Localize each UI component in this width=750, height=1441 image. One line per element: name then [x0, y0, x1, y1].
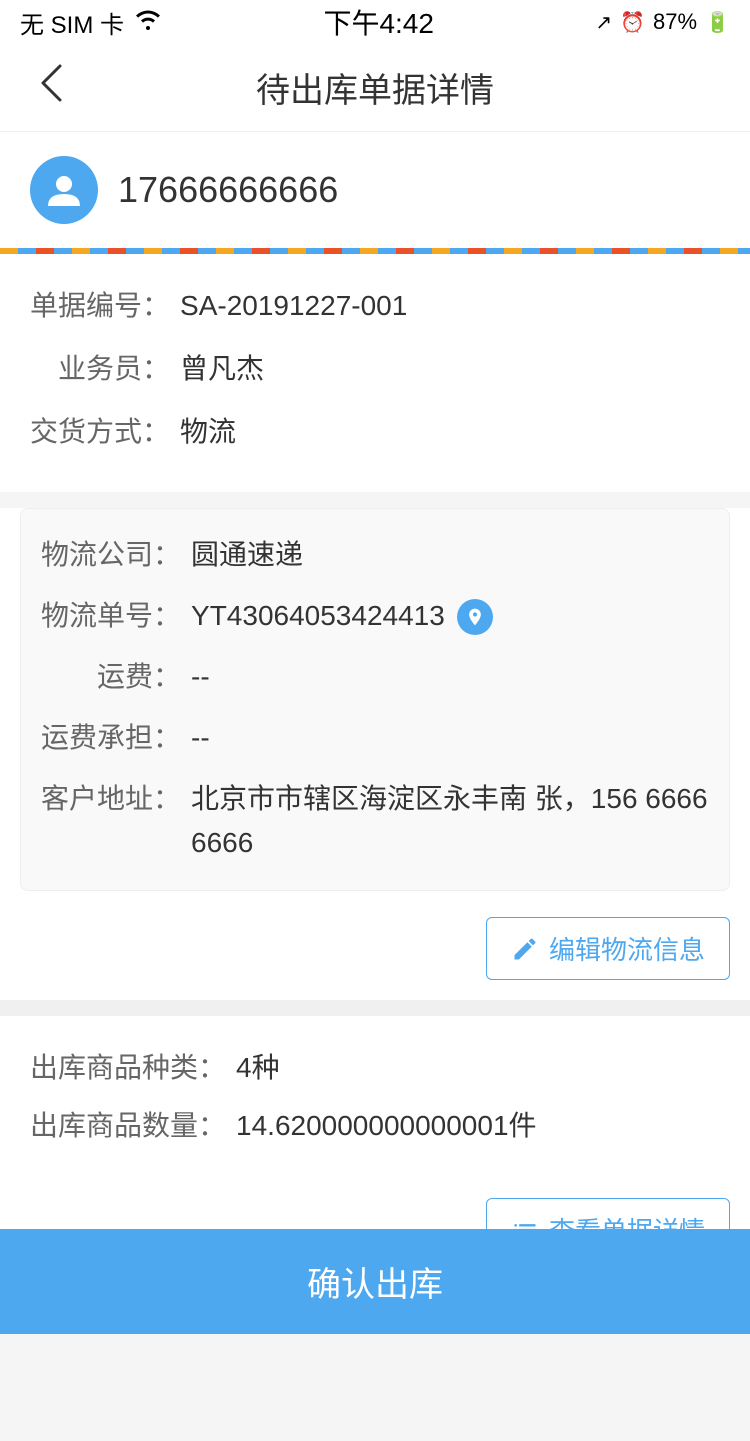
carrier-label: 无 SIM 卡	[20, 5, 124, 40]
freight-row: 运费： --	[41, 655, 709, 700]
product-quantity-label: 出库商品数量：	[30, 1104, 226, 1144]
phone-number: 17666666666	[118, 169, 338, 211]
time-label: 下午4:42	[323, 2, 434, 42]
logistics-card: 物流公司： 圆通速递 物流单号： YT43064053424413 运费： --…	[20, 508, 730, 891]
freight-bearer-row: 运费承担： --	[41, 716, 709, 761]
salesman-label: 业务员：	[30, 347, 170, 392]
salesman-value: 曾凡杰	[180, 347, 720, 392]
logistics-company-label: 物流公司：	[41, 533, 181, 578]
section-divider	[0, 1000, 750, 1016]
edit-logistics-label: 编辑物流信息	[549, 930, 705, 967]
product-quantity-row: 出库商品数量： 14.620000000000001件	[30, 1104, 720, 1144]
product-types-label: 出库商品种类：	[30, 1046, 226, 1086]
confirm-button-label: 确认出库	[307, 1266, 443, 1304]
address-label: 客户地址：	[41, 777, 181, 822]
status-right: ↗ ⏰ 87% 🔋	[595, 9, 730, 35]
battery-label: 87%	[653, 9, 697, 35]
product-quantity-value: 14.620000000000001件	[236, 1104, 537, 1144]
salesman-row: 业务员： 曾凡杰	[30, 347, 720, 392]
status-bar: 无 SIM 卡 下午4:42 ↗ ⏰ 87% 🔋	[0, 0, 750, 44]
address-value: 北京市市辖区海淀区永丰南 张，156 6666 6666	[191, 777, 709, 867]
status-left: 无 SIM 卡	[20, 5, 162, 40]
edit-btn-row: 编辑物流信息	[0, 901, 750, 1000]
location-arrow-icon: ↗	[595, 10, 612, 35]
logistics-tracking-row: 物流单号： YT43064053424413	[41, 594, 709, 639]
product-section: 出库商品种类： 4种 出库商品数量： 14.620000000000001件	[0, 1016, 750, 1182]
address-row: 客户地址： 北京市市辖区海淀区永丰南 张，156 6666 6666	[41, 777, 709, 867]
freight-bearer-value: --	[191, 716, 709, 761]
back-button[interactable]	[30, 54, 72, 121]
phone-header: 17666666666	[0, 132, 750, 248]
nav-bar: 待出库单据详情	[0, 44, 750, 132]
delivery-value: 物流	[180, 410, 720, 455]
avatar	[30, 156, 98, 224]
tracking-location-icon[interactable]	[457, 599, 493, 635]
delivery-label: 交货方式：	[30, 410, 170, 455]
logistics-tracking-label: 物流单号：	[41, 594, 181, 639]
product-types-value: 4种	[236, 1046, 280, 1086]
basic-info-section: 单据编号： SA-20191227-001 业务员： 曾凡杰 交货方式： 物流	[0, 254, 750, 492]
alarm-icon: ⏰	[620, 10, 645, 35]
edit-logistics-button[interactable]: 编辑物流信息	[486, 917, 730, 980]
battery-icon: 🔋	[705, 10, 730, 35]
wifi-icon	[134, 8, 162, 37]
confirm-button[interactable]: 确认出库	[0, 1229, 750, 1334]
order-no-value: SA-20191227-001	[180, 284, 720, 329]
logistics-company-value: 圆通速递	[191, 533, 709, 578]
order-no-label: 单据编号：	[30, 284, 170, 329]
logistics-company-row: 物流公司： 圆通速递	[41, 533, 709, 578]
product-types-row: 出库商品种类： 4种	[30, 1046, 720, 1086]
logistics-tracking-value: YT43064053424413	[191, 594, 709, 639]
page-title: 待出库单据详情	[256, 63, 494, 112]
delivery-row: 交货方式： 物流	[30, 410, 720, 455]
freight-value: --	[191, 655, 709, 700]
freight-label: 运费：	[41, 655, 181, 700]
freight-bearer-label: 运费承担：	[41, 716, 181, 761]
order-no-row: 单据编号： SA-20191227-001	[30, 284, 720, 329]
